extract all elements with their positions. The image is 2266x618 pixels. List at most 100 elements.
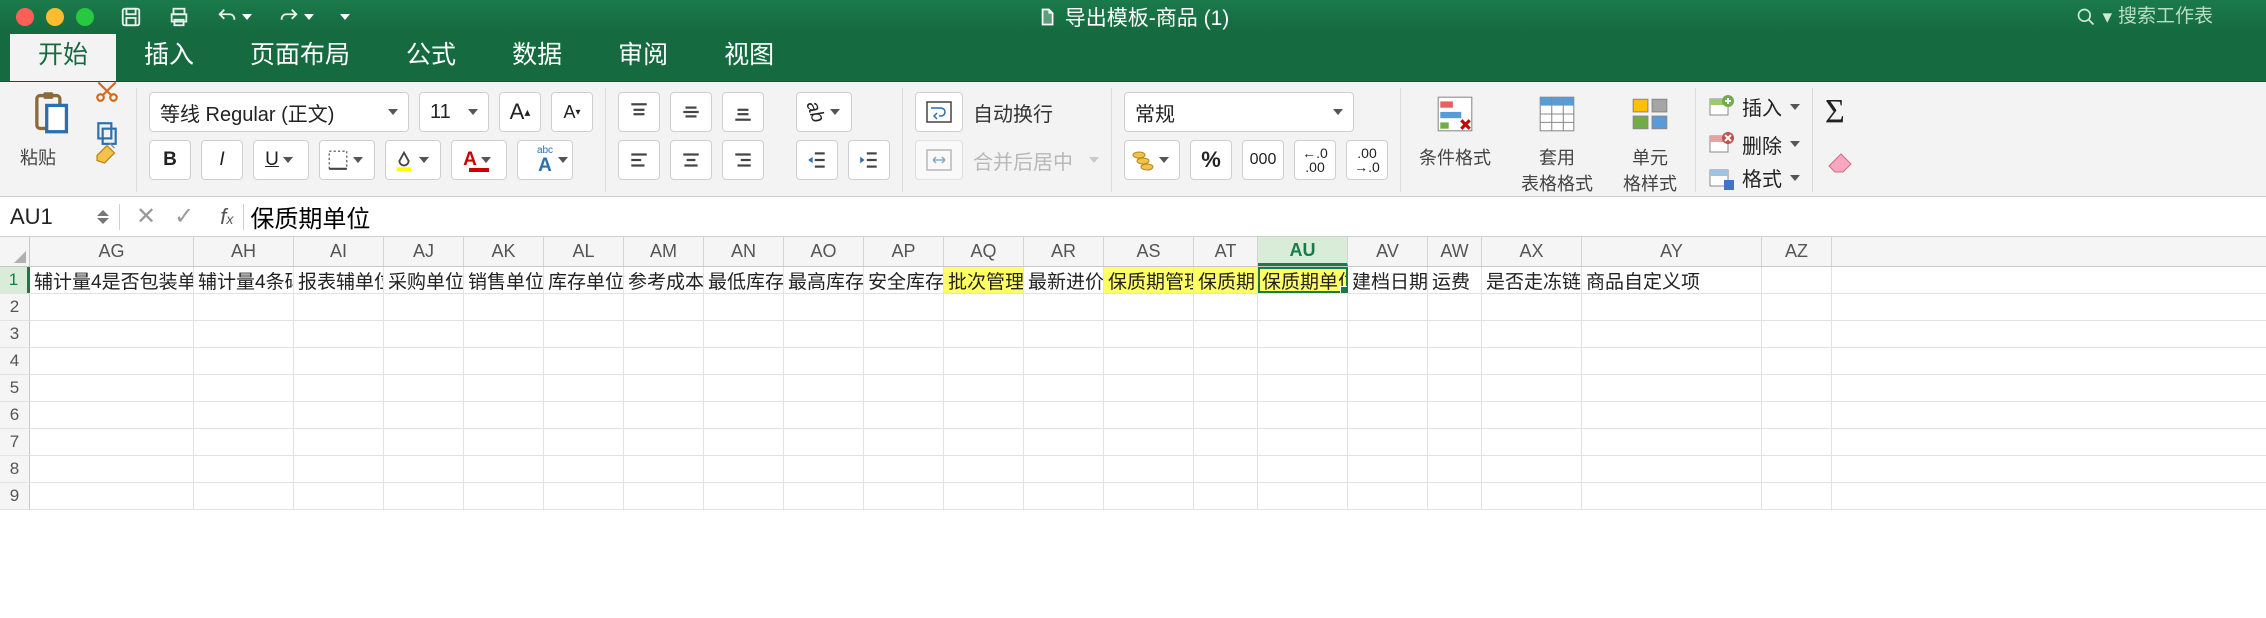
row-header-7[interactable]: 7 — [0, 429, 30, 455]
align-left-button[interactable] — [618, 140, 660, 180]
col-header-AL[interactable]: AL — [544, 237, 624, 266]
accounting-format-button[interactable] — [1124, 140, 1180, 180]
font-color-button[interactable]: A — [451, 140, 507, 180]
cell-AV6[interactable] — [1348, 402, 1428, 428]
cell-AH4[interactable] — [194, 348, 294, 374]
col-header-AK[interactable]: AK — [464, 237, 544, 266]
cell-AY7[interactable] — [1582, 429, 1762, 455]
cell-AW8[interactable] — [1428, 456, 1482, 482]
col-header-AG[interactable]: AG — [30, 237, 194, 266]
number-format-combo[interactable]: 常规 — [1124, 92, 1354, 132]
cell-AX7[interactable] — [1482, 429, 1582, 455]
cell-AI6[interactable] — [294, 402, 384, 428]
cell-AJ6[interactable] — [384, 402, 464, 428]
cell-AO6[interactable] — [784, 402, 864, 428]
align-right-button[interactable] — [722, 140, 764, 180]
cell-AU9[interactable] — [1258, 483, 1348, 509]
cell-AS7[interactable] — [1104, 429, 1194, 455]
decrease-indent-button[interactable] — [796, 140, 838, 180]
cell-AX8[interactable] — [1482, 456, 1582, 482]
increase-indent-button[interactable] — [848, 140, 890, 180]
wrap-text-button[interactable] — [915, 92, 963, 132]
cell-AT3[interactable] — [1194, 321, 1258, 347]
cell-AW7[interactable] — [1428, 429, 1482, 455]
cell-AP9[interactable] — [864, 483, 944, 509]
cell-AP1[interactable]: 安全库存 — [864, 267, 944, 293]
cell-AU5[interactable] — [1258, 375, 1348, 401]
col-header-AQ[interactable]: AQ — [944, 237, 1024, 266]
cell-AU3[interactable] — [1258, 321, 1348, 347]
maximize-icon[interactable] — [76, 8, 94, 26]
cell-AL2[interactable] — [544, 294, 624, 320]
cell-AP5[interactable] — [864, 375, 944, 401]
cell-AX1[interactable]: 是否走冻链 — [1482, 267, 1582, 293]
cell-AQ8[interactable] — [944, 456, 1024, 482]
cell-AT9[interactable] — [1194, 483, 1258, 509]
cell-AI7[interactable] — [294, 429, 384, 455]
cell-AT7[interactable] — [1194, 429, 1258, 455]
format-cells-button[interactable]: 格式 — [1742, 163, 1782, 192]
paste-button[interactable] — [20, 86, 80, 138]
col-header-AV[interactable]: AV — [1348, 237, 1428, 266]
cell-AG3[interactable] — [30, 321, 194, 347]
cell-AQ1[interactable]: 批次管理 — [944, 267, 1024, 293]
spreadsheet-grid[interactable]: AGAHAIAJAKALAMANAOAPAQARASATAUAVAWAXAYAZ… — [0, 237, 2266, 510]
cell-AI1[interactable]: 报表辅单位 — [294, 267, 384, 293]
cell-AG4[interactable] — [30, 348, 194, 374]
insert-cells-button[interactable]: 插入 — [1742, 92, 1782, 121]
save-icon[interactable] — [120, 6, 142, 28]
cell-AU8[interactable] — [1258, 456, 1348, 482]
underline-button[interactable]: U — [253, 140, 309, 180]
cell-AM2[interactable] — [624, 294, 704, 320]
cell-AH1[interactable]: 辅计量4条码 — [194, 267, 294, 293]
decrease-decimal-button[interactable]: .00→.0 — [1346, 140, 1388, 180]
cut-button[interactable] — [90, 74, 124, 108]
cell-AN8[interactable] — [704, 456, 784, 482]
cell-AH7[interactable] — [194, 429, 294, 455]
cell-AJ4[interactable] — [384, 348, 464, 374]
row-header-1[interactable]: 1 — [0, 267, 30, 293]
cell-AP2[interactable] — [864, 294, 944, 320]
cell-AV1[interactable]: 建档日期 — [1348, 267, 1428, 293]
cell-AU4[interactable] — [1258, 348, 1348, 374]
fx-icon[interactable]: fx — [210, 204, 243, 230]
select-all-corner[interactable] — [0, 237, 30, 266]
cell-AY1[interactable]: 商品自定义项 — [1582, 267, 1762, 293]
cell-AZ9[interactable] — [1762, 483, 1832, 509]
comma-button[interactable]: 000 — [1242, 140, 1284, 180]
cell-AI8[interactable] — [294, 456, 384, 482]
cell-AM1[interactable]: 参考成本 — [624, 267, 704, 293]
cell-AW3[interactable] — [1428, 321, 1482, 347]
cell-AL8[interactable] — [544, 456, 624, 482]
cell-AU7[interactable] — [1258, 429, 1348, 455]
print-icon[interactable] — [168, 6, 190, 28]
cell-AQ3[interactable] — [944, 321, 1024, 347]
cell-AX6[interactable] — [1482, 402, 1582, 428]
cell-AZ6[interactable] — [1762, 402, 1832, 428]
cell-AR4[interactable] — [1024, 348, 1104, 374]
cell-AX5[interactable] — [1482, 375, 1582, 401]
col-header-AS[interactable]: AS — [1104, 237, 1194, 266]
cell-AW5[interactable] — [1428, 375, 1482, 401]
cell-AZ3[interactable] — [1762, 321, 1832, 347]
cell-AN4[interactable] — [704, 348, 784, 374]
tab-视图[interactable]: 视图 — [696, 27, 802, 81]
cell-AI2[interactable] — [294, 294, 384, 320]
cell-AR5[interactable] — [1024, 375, 1104, 401]
cell-AQ4[interactable] — [944, 348, 1024, 374]
cell-AS4[interactable] — [1104, 348, 1194, 374]
cell-AJ5[interactable] — [384, 375, 464, 401]
cell-AK8[interactable] — [464, 456, 544, 482]
qat-customize-icon[interactable] — [340, 14, 350, 20]
cell-AR6[interactable] — [1024, 402, 1104, 428]
cell-AZ8[interactable] — [1762, 456, 1832, 482]
cell-AH8[interactable] — [194, 456, 294, 482]
cell-AR8[interactable] — [1024, 456, 1104, 482]
col-header-AJ[interactable]: AJ — [384, 237, 464, 266]
cell-AT8[interactable] — [1194, 456, 1258, 482]
close-icon[interactable] — [16, 8, 34, 26]
autosum-button[interactable]: Σ — [1825, 93, 1845, 131]
cell-AS5[interactable] — [1104, 375, 1194, 401]
cell-AM8[interactable] — [624, 456, 704, 482]
cell-AR3[interactable] — [1024, 321, 1104, 347]
